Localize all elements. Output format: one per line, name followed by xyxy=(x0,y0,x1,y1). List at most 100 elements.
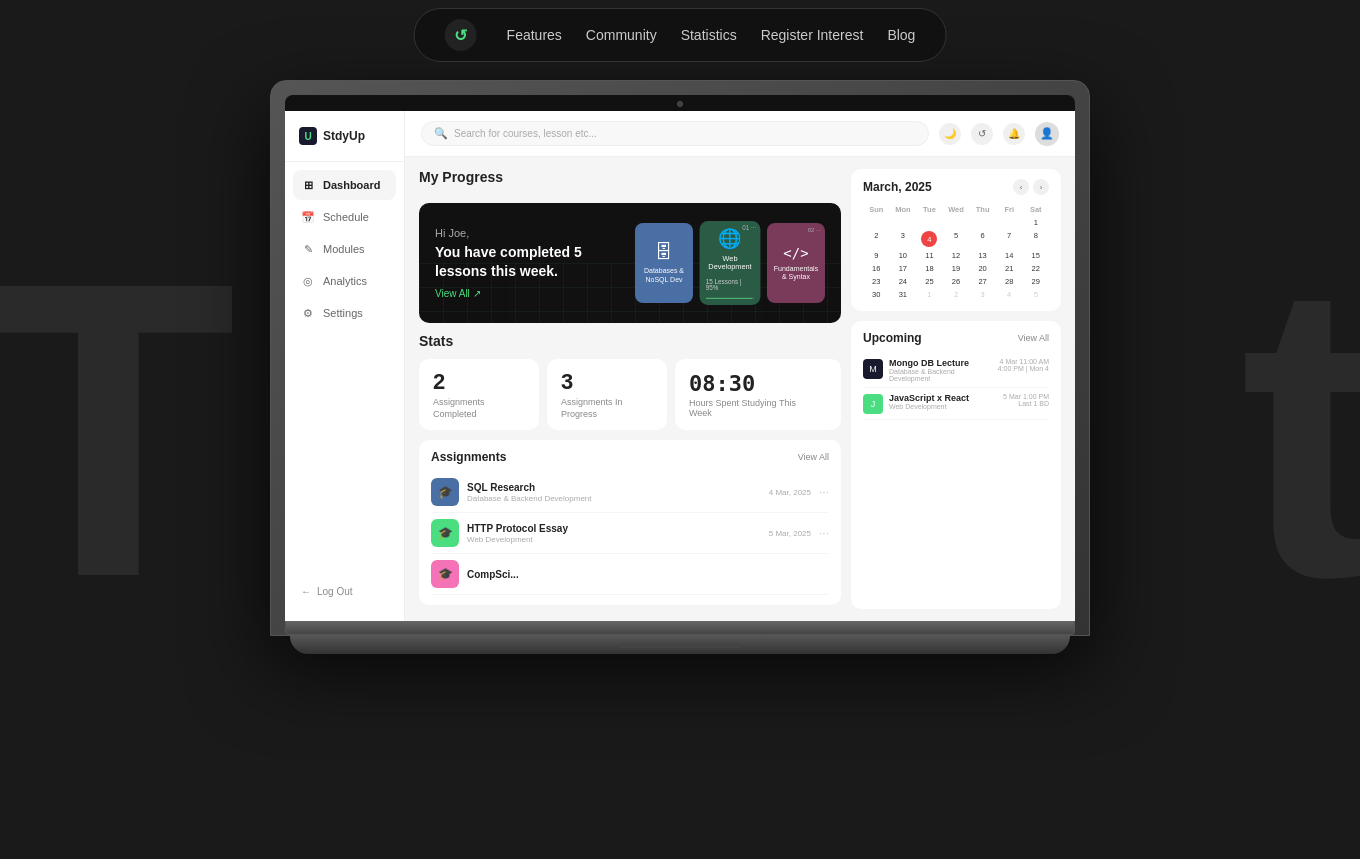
stat-label-completed: Assignments Completed xyxy=(433,397,525,420)
cal-cell[interactable]: 13 xyxy=(969,249,996,262)
sidebar-item-dashboard[interactable]: ⊞ Dashboard xyxy=(293,170,396,200)
stat-hours-number: 08:30 xyxy=(689,371,819,396)
cal-cell[interactable]: 15 xyxy=(1022,249,1049,262)
progress-banner: Hi Joe, You have completed 5 lessons thi… xyxy=(419,203,841,323)
cal-cell[interactable]: 6 xyxy=(969,229,996,249)
assignment-sub-http: Web Development xyxy=(467,535,761,544)
cal-next-button[interactable]: › xyxy=(1033,179,1049,195)
nav-community[interactable]: Community xyxy=(586,27,657,43)
cal-cell[interactable]: 4 xyxy=(996,288,1023,301)
cal-cell[interactable]: 9 xyxy=(863,249,890,262)
nav-register[interactable]: Register Interest xyxy=(761,27,864,43)
nav-statistics[interactable]: Statistics xyxy=(681,27,737,43)
cal-cell[interactable]: 16 xyxy=(863,262,890,275)
cal-cell[interactable]: 24 xyxy=(890,275,917,288)
progress-section-title: My Progress xyxy=(419,169,841,185)
calendar-header: March, 2025 ‹ › xyxy=(863,179,1049,195)
cal-cell[interactable]: 27 xyxy=(969,275,996,288)
sidebar-item-schedule[interactable]: 📅 Schedule xyxy=(293,202,396,232)
course-card-fundamentals[interactable]: 02 ··· </> Fundamentals & Syntax xyxy=(767,223,825,303)
upcoming-section: Upcoming View All M Mongo DB Lecture Dat… xyxy=(851,321,1061,609)
cal-week-2: 9101112131415 xyxy=(863,249,1049,262)
cal-cell[interactable]: 2 xyxy=(863,229,890,249)
cal-week-4: 23242526272829 xyxy=(863,275,1049,288)
sidebar-logo-text: StdyUp xyxy=(323,129,365,143)
sidebar-logo: U StdyUp xyxy=(285,127,404,162)
upcoming-title: Upcoming xyxy=(863,331,922,345)
upcoming-duration-mongodb: 4:00 PM | Mon 4 xyxy=(998,365,1049,372)
cal-cell[interactable]: 10 xyxy=(890,249,917,262)
upcoming-view-all[interactable]: View All xyxy=(1018,333,1049,343)
assignment-icon-http: 🎓 xyxy=(431,519,459,547)
cal-cell xyxy=(916,216,943,229)
stat-assignments-progress: 3 Assignments In Progress xyxy=(547,359,667,430)
sidebar: U StdyUp ⊞ Dashboard 📅 Schedule xyxy=(285,111,405,621)
logout-icon: ← xyxy=(301,586,311,597)
cal-cell[interactable]: 8 xyxy=(1022,229,1049,249)
cal-cell[interactable]: 1 xyxy=(916,288,943,301)
cal-cell[interactable]: 21 xyxy=(996,262,1023,275)
cal-cell[interactable]: 22 xyxy=(1022,262,1049,275)
course-card-databases[interactable]: 🗄 Databases & NoSQL Dev xyxy=(635,223,693,303)
cal-cell[interactable]: 3 xyxy=(969,288,996,301)
course-card-webdev[interactable]: 01 ··· 🌐 Web Development 15 Lessons | 95… xyxy=(700,221,761,305)
cal-cell[interactable]: 17 xyxy=(890,262,917,275)
cal-cell[interactable]: 3 xyxy=(890,229,917,249)
nav-blog[interactable]: Blog xyxy=(887,27,915,43)
banner-cards: 🗄 Databases & NoSQL Dev 01 ··· 🌐 Web Dev… xyxy=(635,223,825,303)
assignment-icon-comp: 🎓 xyxy=(431,560,459,588)
cal-cell[interactable]: 14 xyxy=(996,249,1023,262)
cal-cell[interactable]: 19 xyxy=(943,262,970,275)
sidebar-label-schedule: Schedule xyxy=(323,211,369,223)
upcoming-time-react: 5 Mar 1:00 PM xyxy=(1003,393,1049,400)
notifications-button[interactable]: 🔔 xyxy=(1003,123,1025,145)
assignment-menu-sql[interactable]: ··· xyxy=(819,485,829,499)
cal-cell[interactable]: 30 xyxy=(863,288,890,301)
nav-features[interactable]: Features xyxy=(507,27,562,43)
sidebar-item-settings[interactable]: ⚙ Settings xyxy=(293,298,396,328)
cal-cell[interactable]: 1 xyxy=(1022,216,1049,229)
cal-week-3: 16171819202122 xyxy=(863,262,1049,275)
cal-cell[interactable]: 18 xyxy=(916,262,943,275)
cal-prev-button[interactable]: ‹ xyxy=(1013,179,1029,195)
cal-cell[interactable]: 20 xyxy=(969,262,996,275)
dashboard-icon: ⊞ xyxy=(301,178,315,192)
dark-mode-button[interactable]: 🌙 xyxy=(939,123,961,145)
cal-cell[interactable]: 26 xyxy=(943,275,970,288)
refresh-button[interactable]: ↺ xyxy=(971,123,993,145)
card-label-webdev: Web Development xyxy=(706,255,754,273)
cal-cell[interactable]: 23 xyxy=(863,275,890,288)
cal-header-fri: Fri xyxy=(996,203,1023,216)
cal-cell[interactable]: 4 xyxy=(916,229,943,249)
cal-cell[interactable]: 2 xyxy=(943,288,970,301)
cal-cell[interactable]: 28 xyxy=(996,275,1023,288)
cal-cell[interactable]: 11 xyxy=(916,249,943,262)
user-avatar[interactable]: 👤 xyxy=(1035,122,1059,146)
cal-cell[interactable]: 31 xyxy=(890,288,917,301)
cal-cell[interactable]: 29 xyxy=(1022,275,1049,288)
right-panel: March, 2025 ‹ › Sun Mon xyxy=(851,169,1061,609)
sidebar-logo-icon: U xyxy=(299,127,317,145)
card-progress-bar xyxy=(706,297,754,298)
sidebar-item-modules[interactable]: ✎ Modules xyxy=(293,234,396,264)
assignment-info-sql: SQL Research Database & Backend Developm… xyxy=(467,482,761,503)
stats-row: 2 Assignments Completed 3 Assignments In… xyxy=(419,359,841,430)
cal-cell[interactable]: 12 xyxy=(943,249,970,262)
cal-cell[interactable]: 5 xyxy=(943,229,970,249)
sidebar-label-dashboard: Dashboard xyxy=(323,179,380,191)
assignment-sql: 🎓 SQL Research Database & Backend Develo… xyxy=(431,472,829,513)
sidebar-item-analytics[interactable]: ◎ Analytics xyxy=(293,266,396,296)
cal-cell[interactable]: 25 xyxy=(916,275,943,288)
assignments-view-all[interactable]: View All xyxy=(798,452,829,462)
banner-greeting: Hi Joe, xyxy=(435,227,623,239)
logout-button[interactable]: ← Log Out xyxy=(285,578,404,605)
upcoming-meta-react: 5 Mar 1:00 PM Last 1 BD xyxy=(1003,393,1049,407)
analytics-icon: ◎ xyxy=(301,274,315,288)
assignment-menu-http[interactable]: ··· xyxy=(819,526,829,540)
cal-week-1: 2345678 xyxy=(863,229,1049,249)
search-bar[interactable]: 🔍 Search for courses, lesson etc... xyxy=(421,121,929,146)
sidebar-nav: ⊞ Dashboard 📅 Schedule ✎ Modules ◎ xyxy=(285,170,404,578)
cal-cell[interactable]: 7 xyxy=(996,229,1023,249)
cal-cell[interactable]: 5 xyxy=(1022,288,1049,301)
sidebar-label-analytics: Analytics xyxy=(323,275,367,287)
